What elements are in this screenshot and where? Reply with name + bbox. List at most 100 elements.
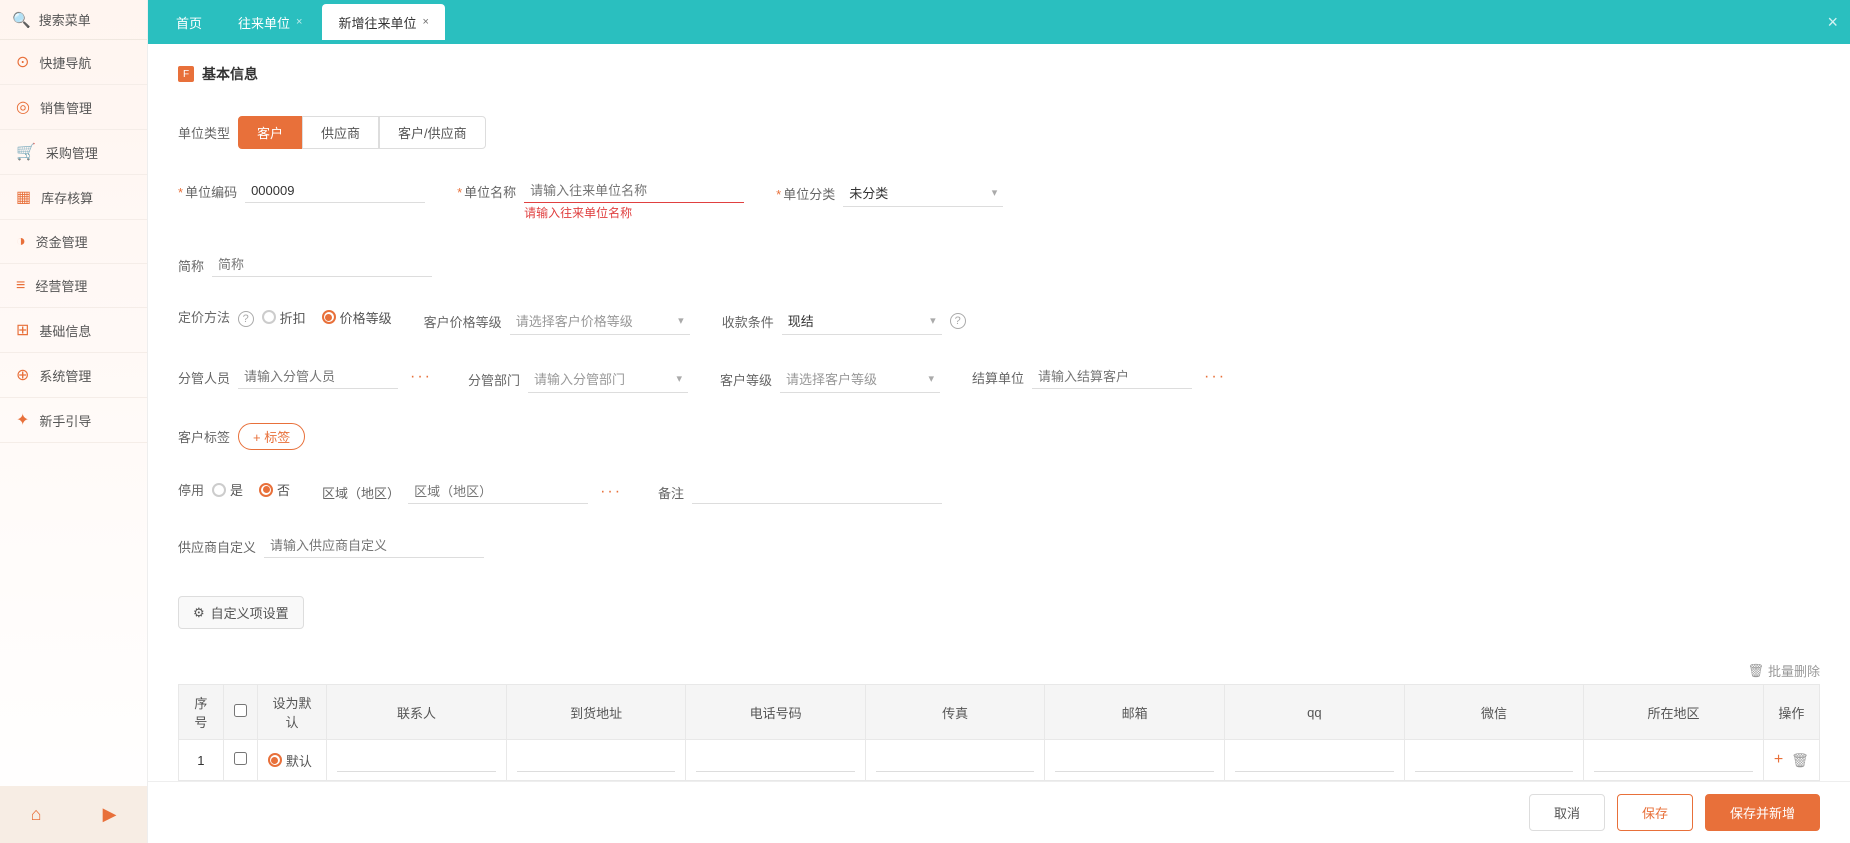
row-fax[interactable] [865, 740, 1045, 781]
inventory-icon: ▦ [16, 187, 31, 207]
custom-settings-row: ⚙ 自定义项设置 [178, 596, 1820, 629]
sidebar-item-label: 系统管理 [39, 366, 91, 385]
row-contact[interactable] [327, 740, 507, 781]
remarks-label: 备注 [658, 483, 684, 502]
row-index: 1 [179, 740, 224, 781]
row-qq[interactable] [1224, 740, 1404, 781]
operations-icon: ≡ [16, 277, 25, 295]
manager-input[interactable] [238, 365, 398, 389]
row-wechat[interactable] [1404, 740, 1584, 781]
col-checkbox[interactable] [223, 685, 257, 740]
sidebar-item-basic-info[interactable]: ⊞ 基础信息 [0, 308, 147, 353]
tab-partners-close[interactable]: × [296, 16, 302, 28]
sidebar-item-quick-nav[interactable]: ⊙ 快捷导航 [0, 40, 147, 85]
row-address[interactable] [506, 740, 686, 781]
tab-home[interactable]: 首页 [160, 4, 218, 40]
row-default-radio[interactable]: 默认 [268, 751, 316, 770]
radio-price-level[interactable]: 价格等级 [322, 308, 392, 327]
cancel-button[interactable]: 取消 [1529, 794, 1605, 831]
tab-new-partner[interactable]: 新增往来单位 × [322, 4, 444, 40]
system-icon: ⊕ [16, 365, 29, 385]
dept-select[interactable]: 请输入分管部门 ▾ [528, 365, 688, 393]
save-new-button[interactable]: 保存并新增 [1705, 794, 1820, 831]
customer-level-select[interactable]: 请选择客户等级 ▾ [780, 365, 940, 393]
row-default-circle [268, 753, 282, 767]
area-more-btn[interactable]: ··· [596, 483, 626, 501]
manager-more-btn[interactable]: ··· [406, 368, 436, 386]
sidebar-item-label: 经营管理 [35, 276, 87, 295]
batch-delete-button[interactable]: 🗑 批量删除 [178, 661, 1820, 680]
pricing-method-label: 定价方法 ? [178, 307, 254, 327]
row-email-input[interactable] [1055, 748, 1214, 772]
sidebar-item-purchase[interactable]: 🛒 采购管理 [0, 130, 147, 175]
unit-name-input[interactable] [524, 179, 744, 203]
sidebar-item-finance[interactable]: ◑ 资金管理 [0, 220, 147, 264]
sidebar-item-operations[interactable]: ≡ 经营管理 [0, 264, 147, 308]
row-fax-input[interactable] [876, 748, 1035, 772]
row-region[interactable] [1584, 740, 1764, 781]
radio-yes[interactable]: 是 [212, 480, 243, 499]
radio-no[interactable]: 否 [259, 480, 290, 499]
add-tag-button[interactable]: + 标签 [238, 423, 305, 450]
area-input[interactable] [408, 480, 588, 504]
search-icon: 🔍 [12, 11, 31, 29]
tab-partners[interactable]: 往来单位 × [222, 4, 318, 40]
type-btn-both[interactable]: 客户/供应商 [379, 116, 486, 149]
row-select-checkbox[interactable] [234, 752, 247, 765]
home-bottom-icon[interactable]: ⌂ [31, 804, 42, 825]
type-btn-supplier[interactable]: 供应商 [302, 116, 379, 149]
sidebar-item-system[interactable]: ⊕ 系统管理 [0, 353, 147, 398]
radio-no-circle [259, 483, 273, 497]
window-close-button[interactable]: × [1827, 12, 1838, 33]
disabled-row: 停用 是 否 区域（地区） ··· [178, 480, 1820, 504]
row-address-input[interactable] [517, 748, 676, 772]
save-button[interactable]: 保存 [1617, 794, 1693, 831]
radio-discount[interactable]: 折扣 [262, 308, 306, 327]
row-delete-button[interactable]: 🗑 [1791, 752, 1809, 769]
sidebar-item-label: 新手引导 [39, 411, 91, 430]
sidebar-item-guide[interactable]: ✦ 新手引导 [0, 398, 147, 443]
batch-delete-label: 批量删除 [1768, 661, 1820, 680]
row-checkbox[interactable] [223, 740, 257, 781]
settlement-unit-more-btn[interactable]: ··· [1200, 368, 1230, 386]
remarks-input[interactable] [692, 480, 942, 504]
tab-new-partner-close[interactable]: × [422, 16, 428, 28]
row-qq-input[interactable] [1235, 748, 1394, 772]
supplier-custom-input[interactable] [264, 534, 484, 558]
sidebar-item-inventory[interactable]: ▦ 库存核算 [0, 175, 147, 220]
row-email[interactable] [1045, 740, 1225, 781]
row-contact-input[interactable] [337, 748, 496, 772]
pricing-question-icon[interactable]: ? [238, 311, 254, 327]
sidebar-search[interactable]: 🔍 搜索菜单 [0, 0, 147, 40]
customer-price-level-group: 客户价格等级 请选择客户价格等级 ▾ [424, 307, 690, 335]
radio-price-level-circle [322, 310, 336, 324]
radio-no-dot [263, 486, 270, 493]
custom-settings-button[interactable]: ⚙ 自定义项设置 [178, 596, 304, 629]
row-phone[interactable] [686, 740, 866, 781]
gear-icon: ⚙ [193, 605, 205, 621]
supplier-custom-row: 供应商自定义 [178, 534, 1820, 558]
manager-group: 分管人员 ··· [178, 365, 436, 389]
disabled-group: 停用 是 否 [178, 480, 290, 499]
customer-level-group: 客户等级 请选择客户等级 ▾ [720, 365, 940, 393]
sidebar-item-label: 库存核算 [41, 188, 93, 207]
payment-terms-select[interactable]: 现结 ▾ [782, 307, 942, 335]
radio-discount-circle [262, 310, 276, 324]
short-name-input[interactable] [212, 253, 432, 277]
settlement-unit-input[interactable] [1032, 365, 1192, 389]
payment-terms-question-icon[interactable]: ? [950, 313, 966, 329]
expand-icon[interactable]: ▶ [103, 804, 117, 825]
row-add-button[interactable]: + [1774, 751, 1783, 769]
select-all-checkbox[interactable] [234, 704, 247, 717]
row-phone-input[interactable] [696, 748, 855, 772]
row-default[interactable]: 默认 [257, 740, 326, 781]
section-header: F 基本信息 [178, 64, 1820, 84]
customer-price-level-select[interactable]: 请选择客户价格等级 ▾ [510, 307, 690, 335]
type-btn-customer[interactable]: 客户 [238, 116, 302, 149]
sidebar-item-sales[interactable]: ◎ 销售管理 [0, 85, 147, 130]
sidebar-item-label: 基础信息 [39, 321, 91, 340]
row-region-input[interactable] [1594, 748, 1753, 772]
unit-category-select[interactable]: 未分类 ▾ [843, 179, 1003, 207]
row-wechat-input[interactable] [1415, 748, 1574, 772]
unit-code-input[interactable] [245, 179, 425, 203]
